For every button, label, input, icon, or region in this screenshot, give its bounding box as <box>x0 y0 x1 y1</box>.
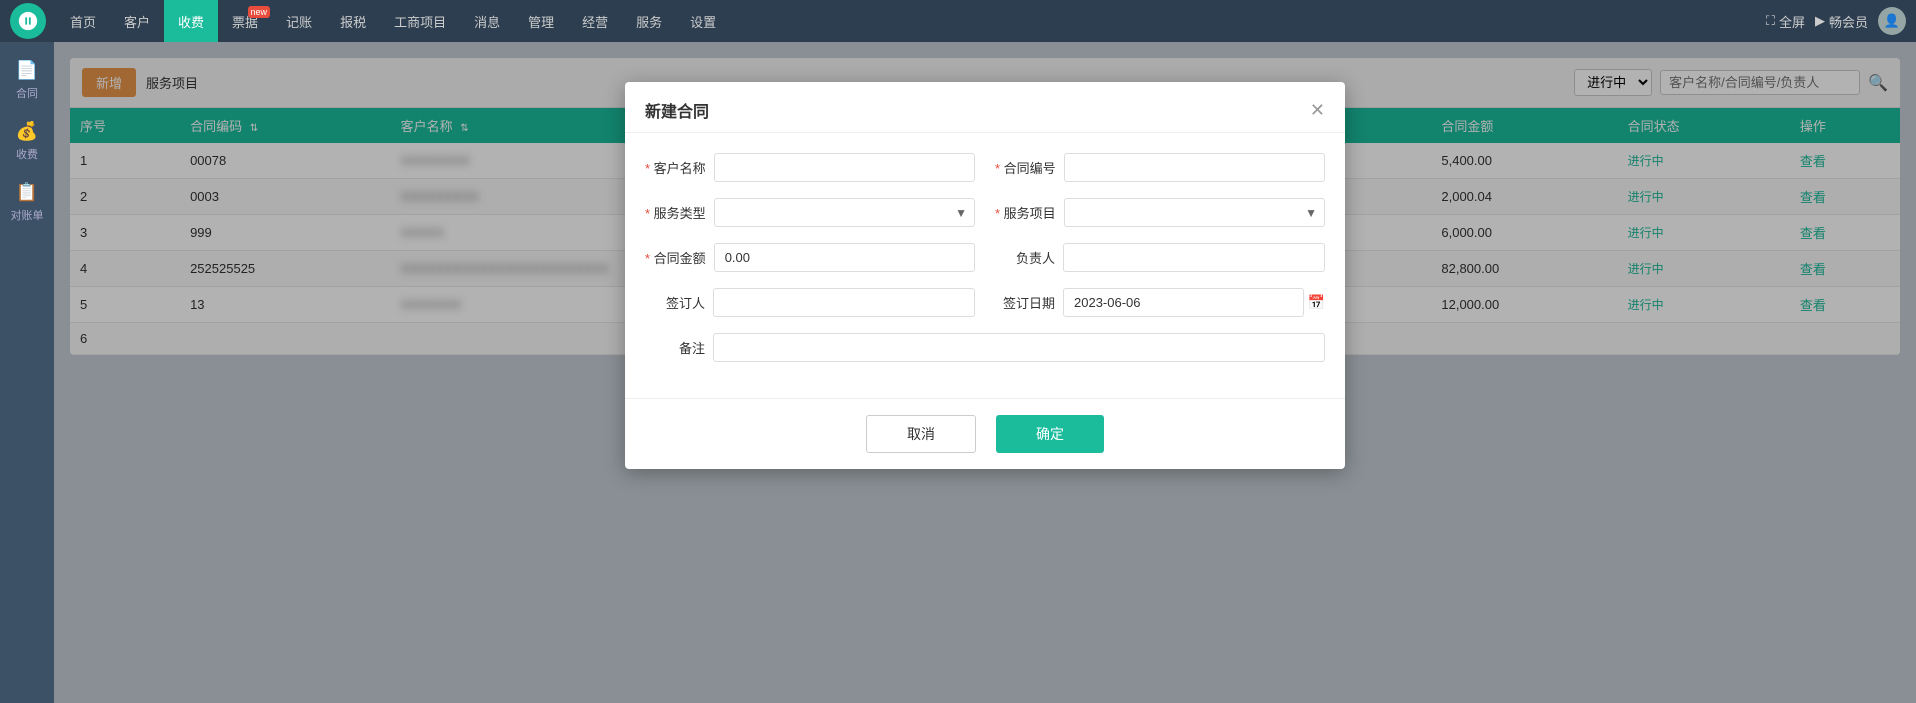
input-responsible[interactable] <box>1063 243 1325 272</box>
nav-piaoju[interactable]: 票据 new <box>218 0 272 42</box>
form-group-sign-person: 签订人 <box>645 288 975 317</box>
input-remarks[interactable] <box>713 333 1325 362</box>
form-group-responsible: 负责人 <box>995 243 1325 272</box>
form-row-1: 客户名称 合同编号 <box>645 153 1325 182</box>
sidebar-item-duizhangdan[interactable]: 📋 对账单 <box>0 174 54 231</box>
form-group-contract-code: 合同编号 <box>995 153 1325 182</box>
label-customer: 客户名称 <box>645 158 706 177</box>
nav-xiaoxi[interactable]: 消息 <box>460 0 514 42</box>
nav-shoufei[interactable]: 收费 <box>164 0 218 42</box>
form-group-sign-date: 签订日期 📅 <box>995 288 1325 317</box>
form-group-service-item: 服务项目 ▼ <box>995 198 1325 227</box>
input-contract-code[interactable] <box>1064 153 1325 182</box>
input-contract-amount[interactable] <box>714 243 975 272</box>
label-contract-code: 合同编号 <box>995 158 1056 177</box>
top-navigation: 首页 客户 收费 票据 new 记账 报税 工商项目 消息 管理 经营 服务 设… <box>0 0 1916 42</box>
form-row-4: 签订人 签订日期 📅 <box>645 288 1325 317</box>
sidebar-item-shoufei[interactable]: 💰 收费 <box>0 113 54 170</box>
modal-footer: 取消 确定 <box>625 398 1345 469</box>
play-icon: ▶ <box>1815 13 1825 29</box>
cancel-button[interactable]: 取消 <box>866 415 976 453</box>
modal-overlay: 新建合同 ✕ 客户名称 合同编号 <box>54 42 1916 703</box>
modal-header: 新建合同 ✕ <box>625 82 1345 133</box>
label-responsible: 负责人 <box>995 248 1055 267</box>
service-item-select-wrapper: ▼ <box>1064 198 1325 227</box>
form-row-5: 备注 <box>645 333 1325 362</box>
nav-shezhi[interactable]: 设置 <box>676 0 730 42</box>
nav-customer[interactable]: 客户 <box>110 0 164 42</box>
modal-dialog: 新建合同 ✕ 客户名称 合同编号 <box>625 82 1345 469</box>
new-badge: new <box>248 6 271 18</box>
sidebar: 📄 合同 💰 收费 📋 对账单 <box>0 42 54 703</box>
contract-icon: 📄 <box>16 60 38 81</box>
nav-gongshang[interactable]: 工商项目 <box>380 0 460 42</box>
nav-jingying[interactable]: 经营 <box>568 0 622 42</box>
form-group-amount: 合同金额 <box>645 243 975 272</box>
user-icon: 👤 <box>1884 13 1900 29</box>
form-group-service-type: 服务类型 ▼ <box>645 198 975 227</box>
sidebar-item-hetong[interactable]: 📄 合同 <box>0 52 54 109</box>
form-group-customer: 客户名称 <box>645 153 975 182</box>
label-sign-date: 签订日期 <box>995 293 1055 312</box>
input-sign-date[interactable] <box>1063 288 1304 317</box>
label-service-type: 服务类型 <box>645 203 706 222</box>
label-sign-person: 签订人 <box>645 293 705 312</box>
modal-title: 新建合同 <box>645 98 709 122</box>
input-sign-person[interactable] <box>713 288 975 317</box>
statement-icon: 📋 <box>16 182 38 203</box>
fullscreen-icon: ⛶ <box>1766 13 1775 29</box>
avatar[interactable]: 👤 <box>1878 7 1906 35</box>
service-type-select-wrapper: ▼ <box>714 198 975 227</box>
nav-items: 首页 客户 收费 票据 new 记账 报税 工商项目 消息 管理 经营 服务 设… <box>56 0 1766 42</box>
member-button[interactable]: ▶ 畅会员 <box>1815 12 1868 31</box>
select-service-type[interactable] <box>714 198 975 227</box>
fullscreen-button[interactable]: ⛶ 全屏 <box>1766 12 1805 31</box>
main-layout: 📄 合同 💰 收费 📋 对账单 新增 服务项目 进行中 已结束 全部 <box>0 42 1916 703</box>
nav-right: ⛶ 全屏 ▶ 畅会员 👤 <box>1766 7 1906 35</box>
form-row-3: 合同金额 负责人 <box>645 243 1325 272</box>
close-button[interactable]: ✕ <box>1310 101 1325 119</box>
content-area: 新增 服务项目 进行中 已结束 全部 🔍 序号 <box>54 42 1916 703</box>
label-amount: 合同金额 <box>645 248 706 267</box>
confirm-button[interactable]: 确定 <box>996 415 1104 453</box>
nav-jizhi[interactable]: 记账 <box>272 0 326 42</box>
app-logo <box>10 3 46 39</box>
form-group-remarks: 备注 <box>645 333 1325 362</box>
label-remarks: 备注 <box>645 338 705 357</box>
nav-fuwu[interactable]: 服务 <box>622 0 676 42</box>
date-group: 📅 <box>1063 288 1325 317</box>
modal-body: 客户名称 合同编号 服务类型 <box>625 133 1345 398</box>
calendar-icon[interactable]: 📅 <box>1308 294 1325 311</box>
select-service-item[interactable] <box>1064 198 1325 227</box>
form-row-2: 服务类型 ▼ 服务项目 <box>645 198 1325 227</box>
nav-baoshui[interactable]: 报税 <box>326 0 380 42</box>
input-customer-name[interactable] <box>714 153 975 182</box>
nav-guanli[interactable]: 管理 <box>514 0 568 42</box>
nav-home[interactable]: 首页 <box>56 0 110 42</box>
fee-icon: 💰 <box>16 121 38 142</box>
label-service-item: 服务项目 <box>995 203 1056 222</box>
